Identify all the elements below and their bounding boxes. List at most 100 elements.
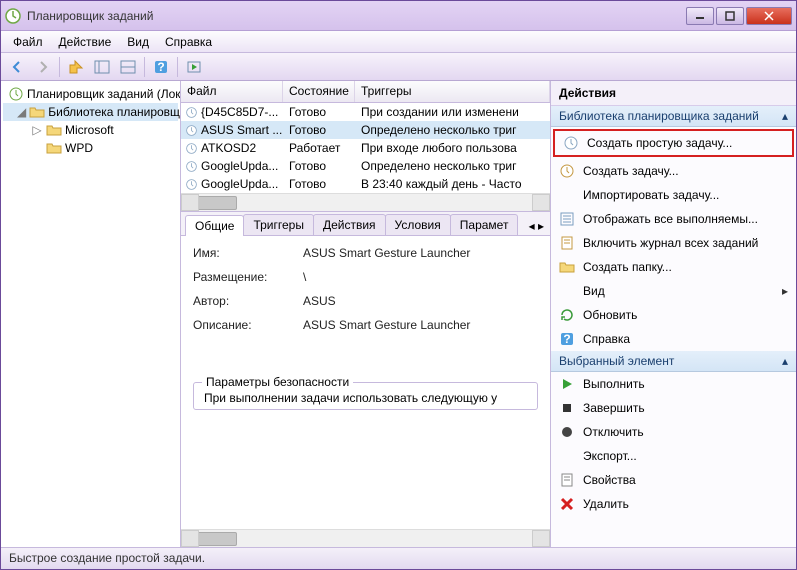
tab-params[interactable]: Парамет	[450, 214, 519, 235]
tree-root-label: Планировщик заданий (Лок	[27, 87, 181, 101]
action-new-folder[interactable]: Создать папку...	[551, 255, 796, 279]
security-group: Параметры безопасности При выполнении за…	[193, 382, 538, 410]
tab-general[interactable]: Общие	[185, 215, 244, 236]
menu-file[interactable]: Файл	[5, 33, 51, 51]
task-row[interactable]: ASUS Smart ... Готово Определено несколь…	[181, 121, 550, 139]
action-show-running[interactable]: Отображать все выполняемы...	[551, 207, 796, 231]
tree-item-label: WPD	[65, 141, 93, 155]
security-text: При выполнении задачи использовать следу…	[204, 391, 527, 405]
properties-icon	[559, 472, 575, 488]
menubar: Файл Действие Вид Справка	[1, 31, 796, 53]
horizontal-scrollbar[interactable]	[181, 193, 550, 211]
name-value: ASUS Smart Gesture Launcher	[303, 246, 538, 260]
tree-item-microsoft[interactable]: ▷ Microsoft	[3, 121, 178, 139]
location-value: \	[303, 270, 538, 284]
details-panel: Имя:ASUS Smart Gesture Launcher Размещен…	[181, 236, 550, 529]
tab-scroll[interactable]: ◂ ▸	[523, 217, 550, 235]
show-hide-tree-button[interactable]	[90, 56, 114, 78]
action-enable-history[interactable]: Включить журнал всех заданий	[551, 231, 796, 255]
tree-collapse-icon[interactable]: ◢	[17, 105, 26, 119]
clock-icon	[8, 86, 24, 102]
tree-item-wpd[interactable]: WPD	[3, 139, 178, 157]
action-delete[interactable]: Удалить	[551, 492, 796, 516]
close-button[interactable]	[746, 7, 792, 25]
action-end[interactable]: Завершить	[551, 396, 796, 420]
menu-view[interactable]: Вид	[119, 33, 157, 51]
center-pane: Файл Состояние Триггеры {D45C85D7-... Го…	[181, 81, 551, 547]
properties-button[interactable]	[116, 56, 140, 78]
submenu-arrow-icon: ▸	[782, 284, 788, 298]
app-icon	[5, 8, 21, 24]
detail-tabs: Общие Триггеры Действия Условия Парамет …	[181, 212, 550, 236]
action-disable[interactable]: Отключить	[551, 420, 796, 444]
tree-root[interactable]: Планировщик заданий (Лок	[3, 85, 178, 103]
up-button[interactable]	[64, 56, 88, 78]
collapse-icon[interactable]: ▴	[782, 109, 788, 123]
help-icon: ?	[559, 331, 575, 347]
refresh-icon	[559, 307, 575, 323]
security-legend: Параметры безопасности	[202, 375, 353, 389]
desc-value: ASUS Smart Gesture Launcher	[303, 318, 538, 332]
titlebar: Планировщик заданий	[1, 1, 796, 31]
action-run[interactable]: Выполнить	[551, 372, 796, 396]
action-create-basic-task[interactable]: Создать простую задачу...	[553, 129, 794, 157]
actions-title: Действия	[551, 81, 796, 106]
menu-help[interactable]: Справка	[157, 33, 220, 51]
tab-actions[interactable]: Действия	[313, 214, 386, 235]
forward-button[interactable]	[31, 56, 55, 78]
tree-library[interactable]: ◢ Библиотека планировщ	[3, 103, 178, 121]
folder-icon	[29, 104, 45, 120]
list-icon	[559, 211, 575, 227]
minimize-button[interactable]	[686, 7, 714, 25]
task-row[interactable]: ATKOSD2 Работает При входе любого пользо…	[181, 139, 550, 157]
tree-pane: Планировщик заданий (Лок ◢ Библиотека пл…	[1, 81, 181, 547]
name-label: Имя:	[193, 246, 303, 260]
col-triggers[interactable]: Триггеры	[355, 81, 550, 102]
stop-icon	[559, 400, 575, 416]
actions-pane: Действия Библиотека планировщика заданий…	[551, 81, 796, 547]
main-area: Планировщик заданий (Лок ◢ Библиотека пл…	[1, 81, 796, 547]
col-file[interactable]: Файл	[181, 81, 283, 102]
action-view[interactable]: Вид ▸	[551, 279, 796, 303]
task-row[interactable]: GoogleUpda... Готово Определено нескольк…	[181, 157, 550, 175]
desc-label: Описание:	[193, 318, 303, 332]
author-value: ASUS	[303, 294, 538, 308]
svg-text:?: ?	[157, 60, 164, 74]
svg-text:?: ?	[563, 332, 570, 346]
author-label: Автор:	[193, 294, 303, 308]
toolbar: ?	[1, 53, 796, 81]
actions-section-library: Библиотека планировщика заданий ▴	[551, 106, 796, 127]
menu-action[interactable]: Действие	[51, 33, 120, 51]
action-refresh[interactable]: Обновить	[551, 303, 796, 327]
task-icon	[559, 163, 575, 179]
task-row[interactable]: {D45C85D7-... Готово При создании или из…	[181, 103, 550, 121]
col-state[interactable]: Состояние	[283, 81, 355, 102]
delete-icon	[559, 496, 575, 512]
back-button[interactable]	[5, 56, 29, 78]
action-import-task[interactable]: Импортировать задачу...	[551, 183, 796, 207]
action-export[interactable]: Экспорт...	[551, 444, 796, 468]
tab-triggers[interactable]: Триггеры	[243, 214, 314, 235]
task-list: Файл Состояние Триггеры {D45C85D7-... Го…	[181, 81, 550, 212]
tree-library-label: Библиотека планировщ	[48, 105, 180, 119]
clock-icon	[563, 135, 579, 151]
action-help[interactable]: ? Справка	[551, 327, 796, 351]
maximize-button[interactable]	[716, 7, 744, 25]
window-title: Планировщик заданий	[27, 9, 686, 23]
help-button[interactable]: ?	[149, 56, 173, 78]
disable-icon	[559, 424, 575, 440]
action-create-task[interactable]: Создать задачу...	[551, 159, 796, 183]
run-button[interactable]	[182, 56, 206, 78]
collapse-icon[interactable]: ▴	[782, 354, 788, 368]
action-properties[interactable]: Свойства	[551, 468, 796, 492]
task-row[interactable]: GoogleUpda... Готово В 23:40 каждый день…	[181, 175, 550, 193]
log-icon	[559, 235, 575, 251]
tree-expand-icon[interactable]: ▷	[31, 123, 43, 137]
actions-section-selected: Выбранный элемент ▴	[551, 351, 796, 372]
tab-conditions[interactable]: Условия	[385, 214, 451, 235]
horizontal-scrollbar[interactable]	[181, 529, 550, 547]
play-icon	[559, 376, 575, 392]
tree-item-label: Microsoft	[65, 123, 114, 137]
task-header: Файл Состояние Триггеры	[181, 81, 550, 103]
location-label: Размещение:	[193, 270, 303, 284]
